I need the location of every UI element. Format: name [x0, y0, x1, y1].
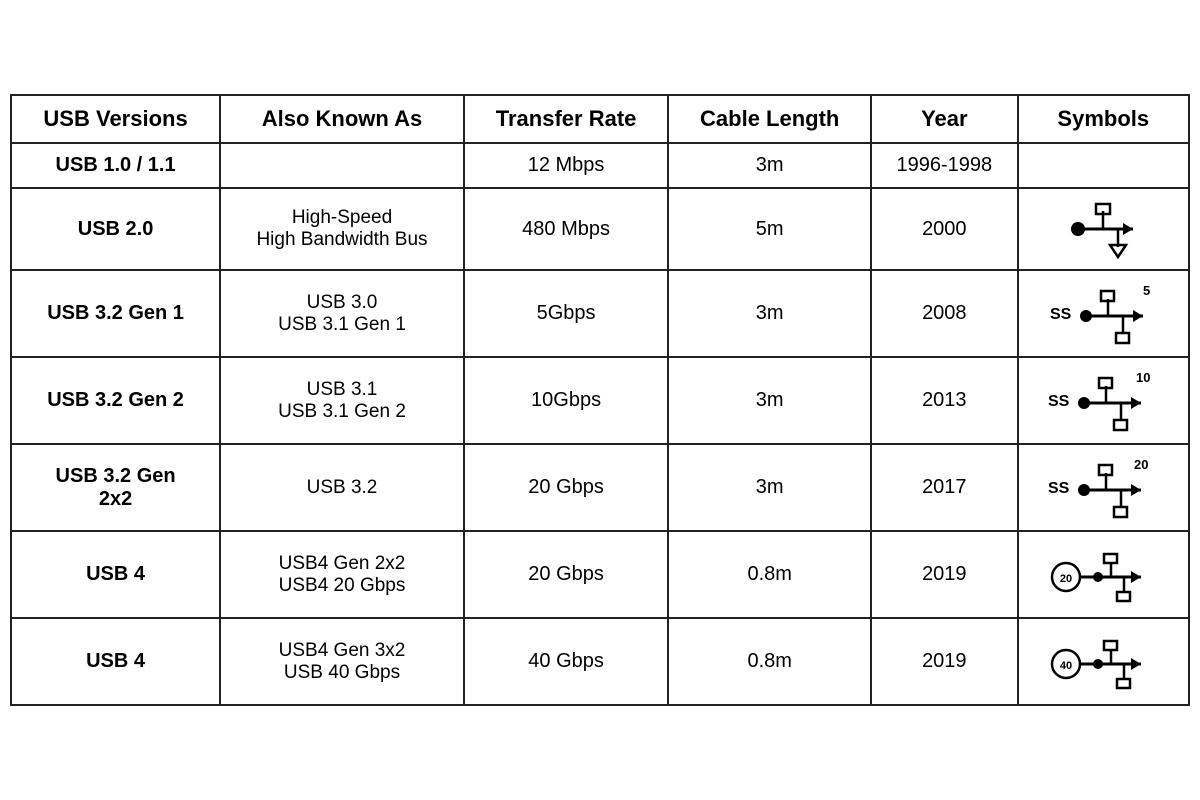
- cell-transfer-rate: 40 Gbps: [464, 618, 668, 705]
- cell-symbol: SS 20: [1018, 444, 1189, 531]
- usb-versions-table: USB Versions Also Known As Transfer Rate…: [10, 94, 1190, 706]
- table-row: USB 3.2 Gen 2x2USB 3.220 Gbps3m2017 SS 2…: [11, 444, 1189, 531]
- cell-transfer-rate: 480 Mbps: [464, 188, 668, 270]
- cell-symbol: 20: [1018, 531, 1189, 618]
- table-row: USB 3.2 Gen 1USB 3.0 USB 3.1 Gen 15Gbps3…: [11, 270, 1189, 357]
- cell-year: 2017: [871, 444, 1017, 531]
- cell-transfer-rate: 12 Mbps: [464, 143, 668, 188]
- cell-cable-length: 3m: [668, 357, 871, 444]
- cell-version: USB 3.2 Gen 2x2: [11, 444, 220, 531]
- svg-text:5: 5: [1143, 283, 1150, 298]
- cell-year: 1996-1998: [871, 143, 1017, 188]
- cell-aka: USB4 Gen 3x2 USB 40 Gbps: [220, 618, 464, 705]
- table-row: USB 4USB4 Gen 3x2 USB 40 Gbps40 Gbps0.8m…: [11, 618, 1189, 705]
- svg-text:SS: SS: [1050, 306, 1072, 323]
- cell-symbol: [1018, 143, 1189, 188]
- svg-text:SS: SS: [1048, 480, 1070, 497]
- cell-year: 2019: [871, 618, 1017, 705]
- col-header-aka: Also Known As: [220, 95, 464, 143]
- cell-aka: USB 3.2: [220, 444, 464, 531]
- cell-aka: [220, 143, 464, 188]
- cell-aka: USB4 Gen 2x2 USB4 20 Gbps: [220, 531, 464, 618]
- cell-cable-length: 5m: [668, 188, 871, 270]
- cell-symbol: 40: [1018, 618, 1189, 705]
- cell-symbol: SS 10: [1018, 357, 1189, 444]
- cell-year: 2019: [871, 531, 1017, 618]
- col-header-version: USB Versions: [11, 95, 220, 143]
- table-row: USB 3.2 Gen 2USB 3.1 USB 3.1 Gen 210Gbps…: [11, 357, 1189, 444]
- svg-text:10: 10: [1136, 370, 1150, 385]
- cell-version: USB 3.2 Gen 1: [11, 270, 220, 357]
- col-header-year: Year: [871, 95, 1017, 143]
- cell-cable-length: 3m: [668, 270, 871, 357]
- cell-version: USB 2.0: [11, 188, 220, 270]
- cell-aka: USB 3.0 USB 3.1 Gen 1: [220, 270, 464, 357]
- col-header-cable: Cable Length: [668, 95, 871, 143]
- col-header-symbols: Symbols: [1018, 95, 1189, 143]
- cell-year: 2008: [871, 270, 1017, 357]
- table-row: USB 4USB4 Gen 2x2 USB4 20 Gbps20 Gbps0.8…: [11, 531, 1189, 618]
- cell-transfer-rate: 5Gbps: [464, 270, 668, 357]
- cell-symbol: SS 5: [1018, 270, 1189, 357]
- col-header-transfer: Transfer Rate: [464, 95, 668, 143]
- svg-text:SS: SS: [1048, 393, 1070, 410]
- cell-cable-length: 3m: [668, 444, 871, 531]
- cell-version: USB 4: [11, 618, 220, 705]
- cell-version: USB 3.2 Gen 2: [11, 357, 220, 444]
- cell-aka: USB 3.1 USB 3.1 Gen 2: [220, 357, 464, 444]
- cell-year: 2013: [871, 357, 1017, 444]
- cell-transfer-rate: 20 Gbps: [464, 444, 668, 531]
- cell-cable-length: 0.8m: [668, 531, 871, 618]
- cell-cable-length: 0.8m: [668, 618, 871, 705]
- cell-version: USB 1.0 / 1.1: [11, 143, 220, 188]
- svg-text:40: 40: [1060, 660, 1072, 672]
- cell-transfer-rate: 10Gbps: [464, 357, 668, 444]
- cell-cable-length: 3m: [668, 143, 871, 188]
- table-row: USB 2.0High-Speed High Bandwidth Bus480 …: [11, 188, 1189, 270]
- svg-text:20: 20: [1060, 573, 1072, 585]
- table-row: USB 1.0 / 1.1 12 Mbps3m1996-1998: [11, 143, 1189, 188]
- header-row: USB Versions Also Known As Transfer Rate…: [11, 95, 1189, 143]
- cell-version: USB 4: [11, 531, 220, 618]
- cell-symbol: [1018, 188, 1189, 270]
- cell-transfer-rate: 20 Gbps: [464, 531, 668, 618]
- svg-text:20: 20: [1134, 457, 1148, 472]
- cell-aka: High-Speed High Bandwidth Bus: [220, 188, 464, 270]
- cell-year: 2000: [871, 188, 1017, 270]
